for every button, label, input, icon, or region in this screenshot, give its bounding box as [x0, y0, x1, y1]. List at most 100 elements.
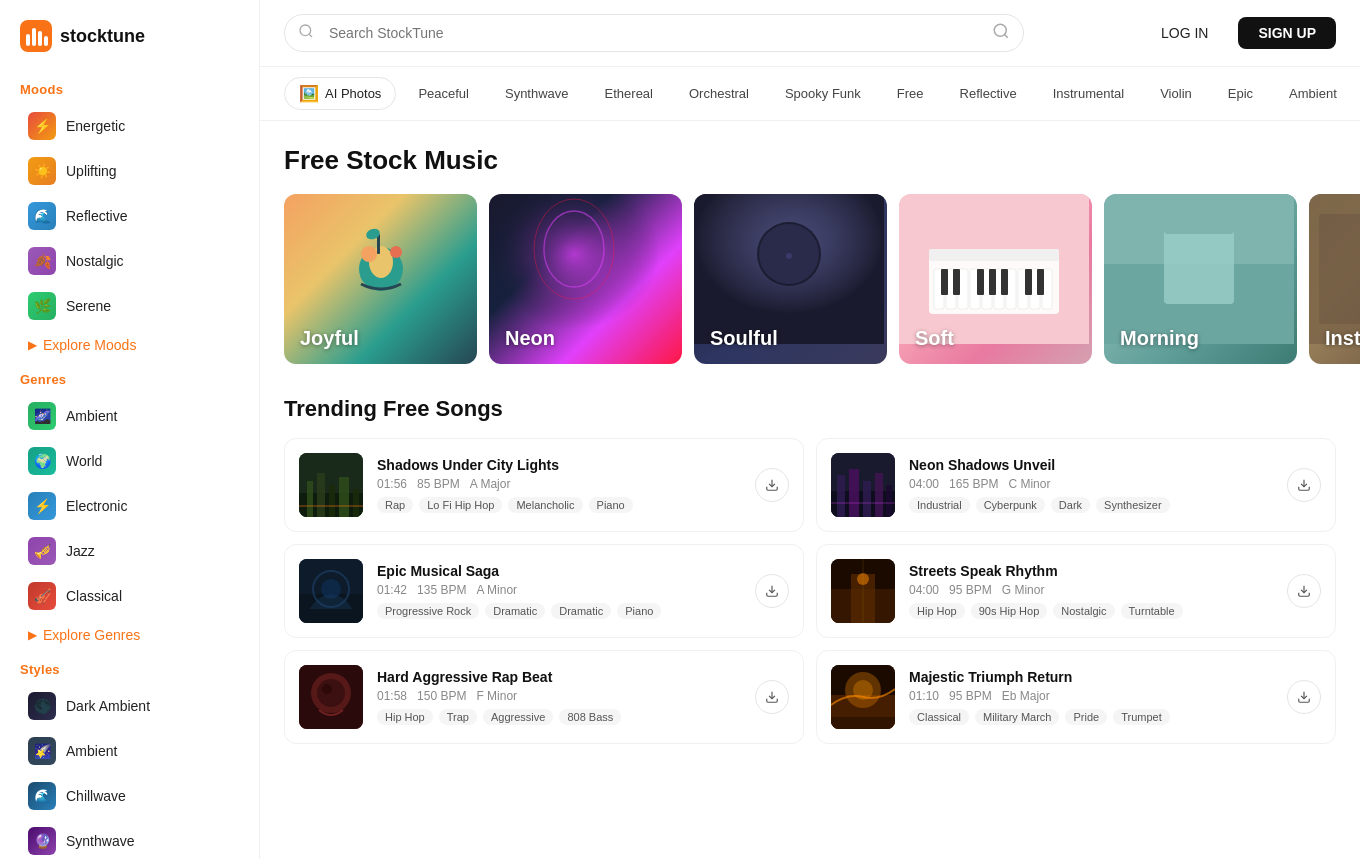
download-icon-1 — [765, 478, 779, 492]
svg-rect-38 — [1025, 269, 1032, 295]
search-bar — [284, 14, 1024, 52]
nostalgic-icon: 🍂 — [28, 247, 56, 275]
song-title-5: Hard Aggressive Rap Beat — [377, 669, 741, 685]
mood-card-morning[interactable]: Morning — [1104, 194, 1297, 364]
sidebar-item-chillwave[interactable]: 🌊 Chillwave — [8, 774, 251, 818]
sidebar-item-ambient-style[interactable]: 🌠 Ambient — [8, 729, 251, 773]
download-icon-2 — [1297, 478, 1311, 492]
filter-tag-epic[interactable]: Epic — [1214, 80, 1267, 107]
download-button-1[interactable] — [755, 468, 789, 502]
song-tags-1: Rap Lo Fi Hip Hop Melancholic Piano — [377, 497, 741, 513]
world-genre-icon: 🌍 — [28, 447, 56, 475]
ai-photos-button[interactable]: 🖼️ AI Photos — [284, 77, 396, 110]
energetic-icon: ⚡ — [28, 112, 56, 140]
svg-rect-60 — [863, 481, 871, 517]
song-card-5[interactable]: Hard Aggressive Rap Beat 01:58 150 BPM F… — [284, 650, 804, 744]
sidebar-item-jazz[interactable]: 🎺 Jazz — [8, 529, 251, 573]
explore-genres-link[interactable]: ▶ Explore Genres — [8, 619, 251, 651]
search-input[interactable] — [284, 14, 1024, 52]
svg-rect-33 — [941, 269, 948, 295]
download-button-5[interactable] — [755, 680, 789, 714]
download-button-2[interactable] — [1287, 468, 1321, 502]
sidebar-item-reflective[interactable]: 🌊 Reflective — [8, 194, 251, 238]
song-key-2: C Minor — [1008, 477, 1050, 491]
sidebar-item-electronic[interactable]: ⚡ Electronic — [8, 484, 251, 528]
song-tag-5-0: Hip Hop — [377, 709, 433, 725]
song-tag-4-3: Turntable — [1121, 603, 1183, 619]
logo: stocktune — [0, 20, 259, 72]
song-tag-1-1: Lo Fi Hip Hop — [419, 497, 502, 513]
download-button-6[interactable] — [1287, 680, 1321, 714]
sidebar-item-nostalgic[interactable]: 🍂 Nostalgic — [8, 239, 251, 283]
song-duration-1: 01:56 — [377, 477, 407, 491]
svg-point-6 — [994, 24, 1006, 36]
song-card-4[interactable]: Streets Speak Rhythm 04:00 95 BPM G Mino… — [816, 544, 1336, 638]
song-card-2[interactable]: Neon Shadows Unveil 04:00 165 BPM C Mino… — [816, 438, 1336, 532]
song-tag-3-2: Dramatic — [551, 603, 611, 619]
sidebar-item-energetic[interactable]: ⚡ Energetic — [8, 104, 251, 148]
svg-rect-1 — [26, 34, 30, 46]
svg-rect-50 — [317, 473, 325, 517]
signup-button[interactable]: SIGN UP — [1238, 17, 1336, 49]
mood-card-neon[interactable]: Neon — [489, 194, 682, 364]
sidebar-item-uplifting[interactable]: ☀️ Uplifting — [8, 149, 251, 193]
song-tag-4-1: 90s Hip Hop — [971, 603, 1048, 619]
logo-icon — [20, 20, 52, 52]
svg-rect-61 — [875, 473, 883, 517]
song-card-3[interactable]: Epic Musical Saga 01:42 135 BPM A Minor … — [284, 544, 804, 638]
song-bpm-4: 95 BPM — [949, 583, 992, 597]
filter-tag-violin[interactable]: Violin — [1146, 80, 1206, 107]
content-area: Free Stock Music Joyful — [260, 121, 1360, 859]
moods-section-title: Moods — [0, 72, 259, 103]
song-meta-6: 01:10 95 BPM Eb Major — [909, 689, 1273, 703]
search-submit-icon[interactable] — [992, 22, 1010, 44]
filter-tag-synthwave[interactable]: Synthwave — [491, 80, 583, 107]
song-tags-6: Classical Military March Pride Trumpet — [909, 709, 1273, 725]
filter-tag-ambient[interactable]: Ambient — [1275, 80, 1351, 107]
download-icon-6 — [1297, 690, 1311, 704]
song-key-5: F Minor — [476, 689, 517, 703]
song-bpm-1: 85 BPM — [417, 477, 460, 491]
song-tag-2-1: Cyberpunk — [976, 497, 1045, 513]
svg-rect-53 — [353, 489, 359, 517]
mood-card-instrumental[interactable]: Instrumen... — [1309, 194, 1360, 364]
filter-tag-reflective[interactable]: Reflective — [946, 80, 1031, 107]
song-bpm-3: 135 BPM — [417, 583, 466, 597]
explore-moods-link[interactable]: ▶ Explore Moods — [8, 329, 251, 361]
song-card-1[interactable]: Shadows Under City Lights 01:56 85 BPM A… — [284, 438, 804, 532]
song-info-3: Epic Musical Saga 01:42 135 BPM A Minor … — [377, 563, 741, 619]
filter-tag-orchestral[interactable]: Orchestral — [675, 80, 763, 107]
sidebar-item-classical[interactable]: 🎻 Classical — [8, 574, 251, 618]
filter-tag-spooky-funk[interactable]: Spooky Funk — [771, 80, 875, 107]
download-button-4[interactable] — [1287, 574, 1321, 608]
ambient-genre-icon: 🌌 — [28, 402, 56, 430]
login-button[interactable]: LOG IN — [1143, 17, 1226, 49]
svg-point-78 — [317, 679, 345, 707]
mood-card-joyful[interactable]: Joyful — [284, 194, 477, 364]
mood-card-soft[interactable]: Soft — [899, 194, 1092, 364]
sidebar-item-world[interactable]: 🌍 World — [8, 439, 251, 483]
song-title-6: Majestic Triumph Return — [909, 669, 1273, 685]
song-title-2: Neon Shadows Unveil — [909, 457, 1273, 473]
song-duration-3: 01:42 — [377, 583, 407, 597]
download-button-3[interactable] — [755, 574, 789, 608]
song-tags-4: Hip Hop 90s Hip Hop Nostalgic Turntable — [909, 603, 1273, 619]
filter-tag-peaceful[interactable]: Peaceful — [404, 80, 483, 107]
sidebar-item-ambient[interactable]: 🌌 Ambient — [8, 394, 251, 438]
logo-text: stocktune — [60, 26, 145, 47]
explore-genres-arrow-icon: ▶ — [28, 628, 37, 642]
sidebar-item-synthwave[interactable]: 🔮 Synthwave — [8, 819, 251, 859]
mood-card-soulful[interactable]: Soulful — [694, 194, 887, 364]
filter-tag-ethereal[interactable]: Ethereal — [591, 80, 667, 107]
sidebar-item-dark-ambient[interactable]: 🌑 Dark Ambient — [8, 684, 251, 728]
song-tag-3-3: Piano — [617, 603, 661, 619]
filter-tag-free[interactable]: Free — [883, 80, 938, 107]
svg-rect-85 — [831, 717, 895, 729]
song-bpm-5: 150 BPM — [417, 689, 466, 703]
svg-point-79 — [322, 684, 332, 694]
filter-tag-instrumental[interactable]: Instrumental — [1039, 80, 1139, 107]
song-card-6[interactable]: Majestic Triumph Return 01:10 95 BPM Eb … — [816, 650, 1336, 744]
header: LOG IN SIGN UP — [260, 0, 1360, 67]
svg-rect-36 — [989, 269, 996, 295]
sidebar-item-serene[interactable]: 🌿 Serene — [8, 284, 251, 328]
